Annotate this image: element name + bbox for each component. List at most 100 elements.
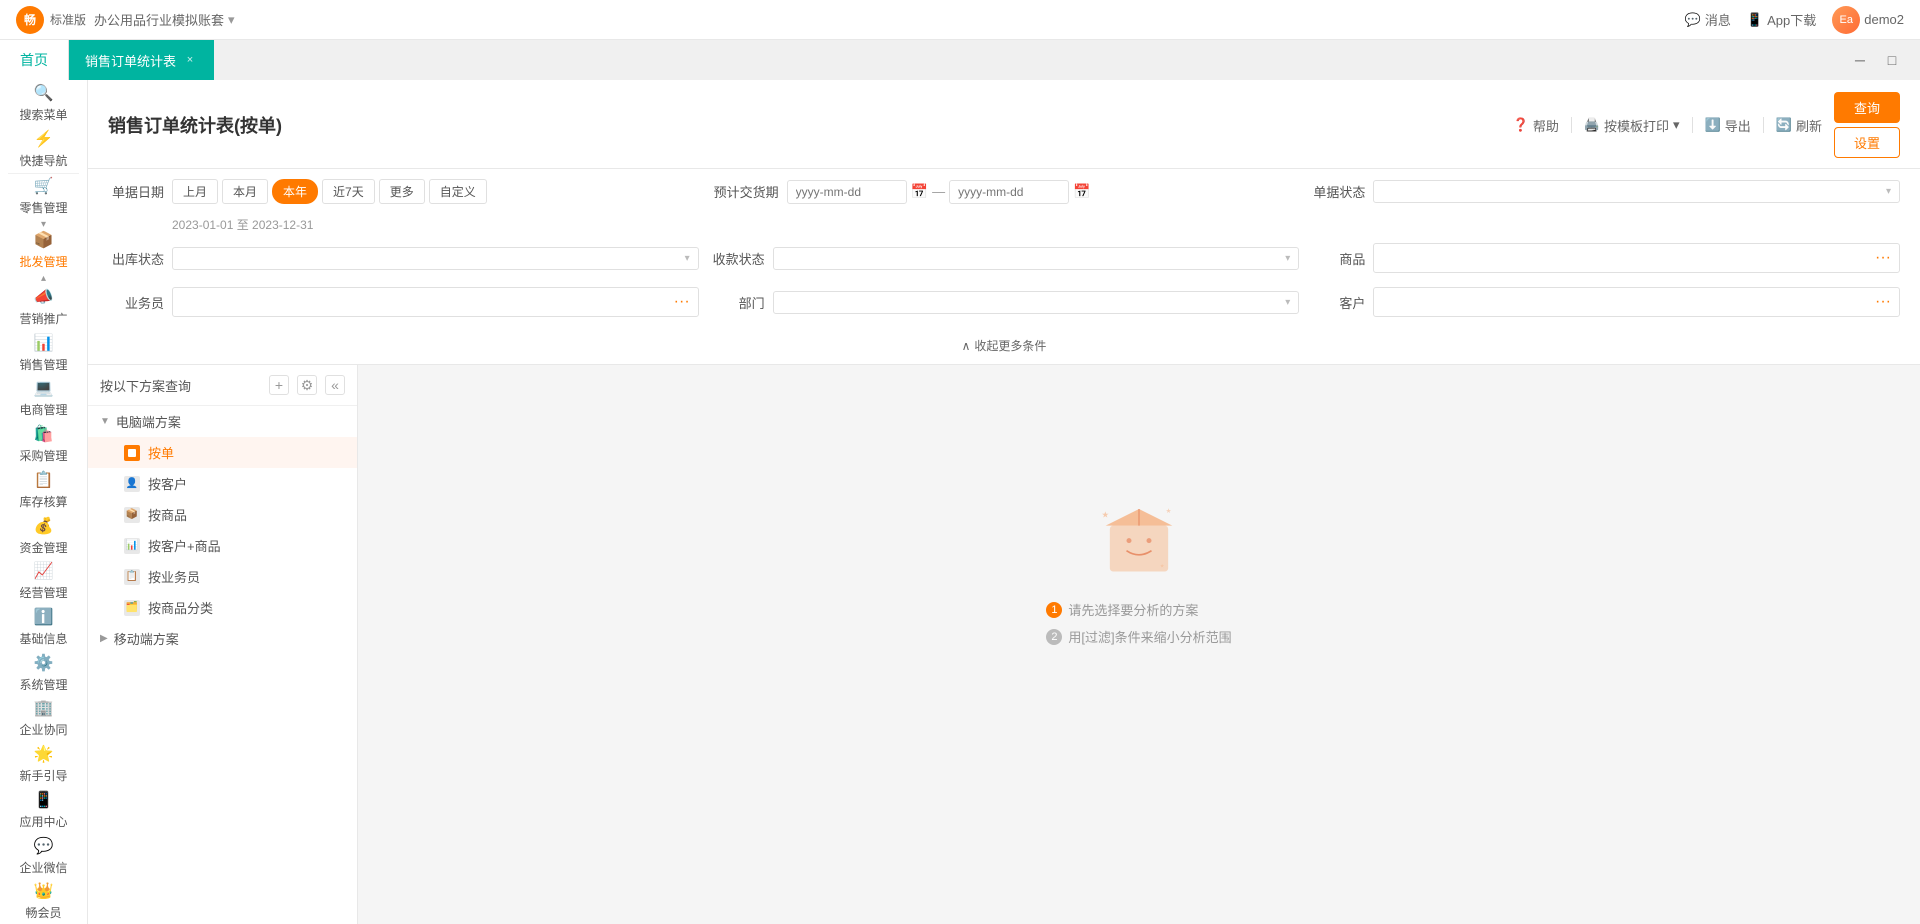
sidebar-item-inventory[interactable]: 📋 库存核算 bbox=[0, 467, 87, 513]
empty-tip-2: 2 用[过滤]条件来缩小分析范围 bbox=[1046, 627, 1231, 646]
export-label: 导出 bbox=[1725, 116, 1751, 135]
marketing-icon: 📣 bbox=[34, 287, 54, 307]
retail-arrow: ▾ bbox=[41, 219, 46, 230]
goods-control[interactable]: ··· bbox=[1373, 243, 1900, 273]
sidebar-item-vip[interactable]: 👑 畅会员 bbox=[0, 878, 87, 924]
ecommerce-icon: 💻 bbox=[34, 378, 54, 398]
by-customer-goods-icon: 📊 bbox=[124, 538, 140, 554]
custom-date-btn[interactable]: 自定义 bbox=[429, 179, 487, 204]
payment-status-control[interactable]: ▾ bbox=[773, 247, 1300, 270]
mobile-group-label: 移动端方案 bbox=[114, 629, 179, 648]
this-month-btn[interactable]: 本月 bbox=[222, 179, 268, 204]
app-center-icon: 📱 bbox=[34, 790, 54, 810]
svg-text:★: ★ bbox=[1166, 507, 1172, 515]
finance-icon: 💰 bbox=[34, 516, 54, 536]
date-range-display: 2023-01-01 至 2023-12-31 bbox=[88, 214, 1920, 239]
goods-filter: 商品 ··· bbox=[1309, 243, 1900, 273]
panel-settings-btn[interactable]: ⚙ bbox=[297, 375, 317, 395]
customer-more-icon[interactable]: ··· bbox=[1875, 293, 1891, 311]
right-content: ★ ★ ★ 1 请先选择要分析的方案 2 用[过滤]条件来缩小分析范围 bbox=[358, 365, 1920, 924]
more-date-btn[interactable]: 更多 bbox=[379, 179, 425, 204]
delivery-status-control[interactable]: ▾ bbox=[172, 247, 699, 270]
export-btn[interactable]: ⬇️ 导出 bbox=[1705, 116, 1751, 135]
sidebar-item-finance[interactable]: 💰 资金管理 bbox=[0, 513, 87, 559]
print-template-btn[interactable]: 🖨️ 按模板打印 ▾ bbox=[1584, 116, 1680, 135]
sidebar-item-sales[interactable]: 📊 销售管理 bbox=[0, 330, 87, 376]
breadcrumb-dropdown-icon[interactable]: ▾ bbox=[228, 12, 235, 28]
sidebar-item-retail[interactable]: 🛒 零售管理 ▾ bbox=[0, 176, 87, 230]
settings-btn[interactable]: 设置 bbox=[1834, 127, 1900, 158]
calendar-icon-2[interactable]: 📅 bbox=[1073, 183, 1090, 200]
filter-row-2: 出库状态 ▾ 收款状态 ▾ 商品 bbox=[88, 239, 1920, 283]
window-minimize-btn[interactable]: ─ bbox=[1848, 48, 1872, 72]
add-icon: + bbox=[275, 377, 283, 393]
last-month-btn[interactable]: 上月 bbox=[172, 179, 218, 204]
tree-item-by-customer-goods[interactable]: 📊 按客户+商品 bbox=[88, 530, 357, 561]
tip-text-2: 用[过滤]条件来缩小分析范围 bbox=[1068, 627, 1231, 646]
salesperson-label: 业务员 bbox=[108, 293, 164, 312]
delivery-date-range: 📅 — 📅 bbox=[787, 180, 1300, 204]
tree-item-by-order[interactable]: 按单 bbox=[88, 437, 357, 468]
salesperson-control[interactable]: ··· bbox=[172, 287, 699, 317]
salesperson-more-icon[interactable]: ··· bbox=[674, 293, 690, 311]
tree-item-by-salesperson[interactable]: 📋 按业务员 bbox=[88, 561, 357, 592]
tree-item-by-goods[interactable]: 📦 按商品 bbox=[88, 499, 357, 530]
sidebar-item-operations[interactable]: 📈 经营管理 bbox=[0, 558, 87, 604]
sidebar-item-system[interactable]: ⚙️ 系统管理 bbox=[0, 650, 87, 696]
tab-home[interactable]: 首页 bbox=[0, 40, 69, 80]
help-icon: ❓ bbox=[1513, 117, 1529, 133]
operations-label: 经营管理 bbox=[19, 584, 67, 601]
goods-more-icon[interactable]: ··· bbox=[1875, 249, 1891, 267]
sidebar-item-marketing[interactable]: 📣 营销推广 bbox=[0, 284, 87, 330]
customer-control[interactable]: ··· bbox=[1373, 287, 1900, 317]
refresh-btn[interactable]: 🔄 刷新 bbox=[1776, 116, 1822, 135]
sidebar-item-app-center[interactable]: 📱 应用中心 bbox=[0, 787, 87, 833]
sales-label: 销售管理 bbox=[19, 356, 67, 373]
tip-num-1: 1 bbox=[1046, 602, 1062, 618]
sidebar-item-purchase[interactable]: 🛍️ 采购管理 bbox=[0, 421, 87, 467]
sidebar-item-wholesale[interactable]: 📦 批发管理 ▴ bbox=[0, 230, 87, 284]
tree-group-mobile[interactable]: ▶ 移动端方案 bbox=[88, 623, 357, 654]
message-btn[interactable]: 💬 消息 bbox=[1685, 10, 1731, 29]
dept-control[interactable]: ▾ bbox=[773, 291, 1300, 314]
panel-collapse-btn[interactable]: « bbox=[325, 375, 345, 395]
wholesale-icon: 📦 bbox=[34, 230, 54, 250]
sidebar: 🔍 搜索菜单 ⚡ 快捷导航 🛒 零售管理 ▾ 📦 批发管理 ▴ 📣 营销推广 📊… bbox=[0, 80, 88, 924]
user-area[interactable]: Ea demo2 bbox=[1832, 6, 1904, 34]
vip-label: 畅会员 bbox=[25, 904, 61, 921]
enterprise-label: 企业协同 bbox=[19, 721, 67, 738]
delivery-end-date[interactable] bbox=[949, 180, 1069, 204]
dept-arrow: ▾ bbox=[1285, 297, 1290, 308]
last7days-btn[interactable]: 近7天 bbox=[322, 179, 375, 204]
tab-close-btn[interactable]: × bbox=[182, 52, 198, 68]
query-btn[interactable]: 查询 bbox=[1834, 92, 1900, 123]
tab-sales-order[interactable]: 销售订单统计表 × bbox=[69, 40, 214, 80]
window-maximize-btn[interactable]: □ bbox=[1880, 48, 1904, 72]
app-download-btn[interactable]: 📱 App下载 bbox=[1747, 10, 1816, 29]
doc-status-label: 单据状态 bbox=[1309, 182, 1365, 201]
message-label: 消息 bbox=[1705, 10, 1731, 29]
wechat-icon: 💬 bbox=[34, 836, 54, 856]
tree-item-by-goods-category[interactable]: 🗂️ 按商品分类 bbox=[88, 592, 357, 623]
help-btn[interactable]: ❓ 帮助 bbox=[1513, 116, 1559, 135]
sidebar-item-enterprise[interactable]: 🏢 企业协同 bbox=[0, 696, 87, 742]
user-avatar: Ea bbox=[1832, 6, 1860, 34]
by-order-icon bbox=[124, 445, 140, 461]
tree-item-by-customer[interactable]: 👤 按客户 bbox=[88, 468, 357, 499]
wholesale-label: 批发管理 bbox=[19, 253, 67, 270]
tree-group-desktop[interactable]: ▼ 电脑端方案 bbox=[88, 406, 357, 437]
sidebar-item-newbie[interactable]: 🌟 新手引导 bbox=[0, 741, 87, 787]
calendar-icon-1[interactable]: 📅 bbox=[911, 183, 928, 200]
desktop-tree-arrow: ▼ bbox=[100, 416, 110, 427]
sidebar-item-ecommerce[interactable]: 💻 电商管理 bbox=[0, 376, 87, 422]
sidebar-item-search-menu[interactable]: 🔍 搜索菜单 bbox=[0, 80, 87, 126]
doc-status-control[interactable]: ▾ bbox=[1373, 180, 1900, 203]
this-year-btn[interactable]: 本年 bbox=[272, 179, 318, 204]
delivery-start-date[interactable] bbox=[787, 180, 907, 204]
collapse-btn[interactable]: ∧ 收起更多条件 bbox=[962, 337, 1047, 354]
panel-add-btn[interactable]: + bbox=[269, 375, 289, 395]
panel-header-actions: + ⚙ « bbox=[269, 375, 345, 395]
sidebar-item-wechat[interactable]: 💬 企业微信 bbox=[0, 833, 87, 879]
sidebar-item-quick-nav[interactable]: ⚡ 快捷导航 bbox=[0, 126, 87, 172]
sidebar-item-basic-info[interactable]: ℹ️ 基础信息 bbox=[0, 604, 87, 650]
